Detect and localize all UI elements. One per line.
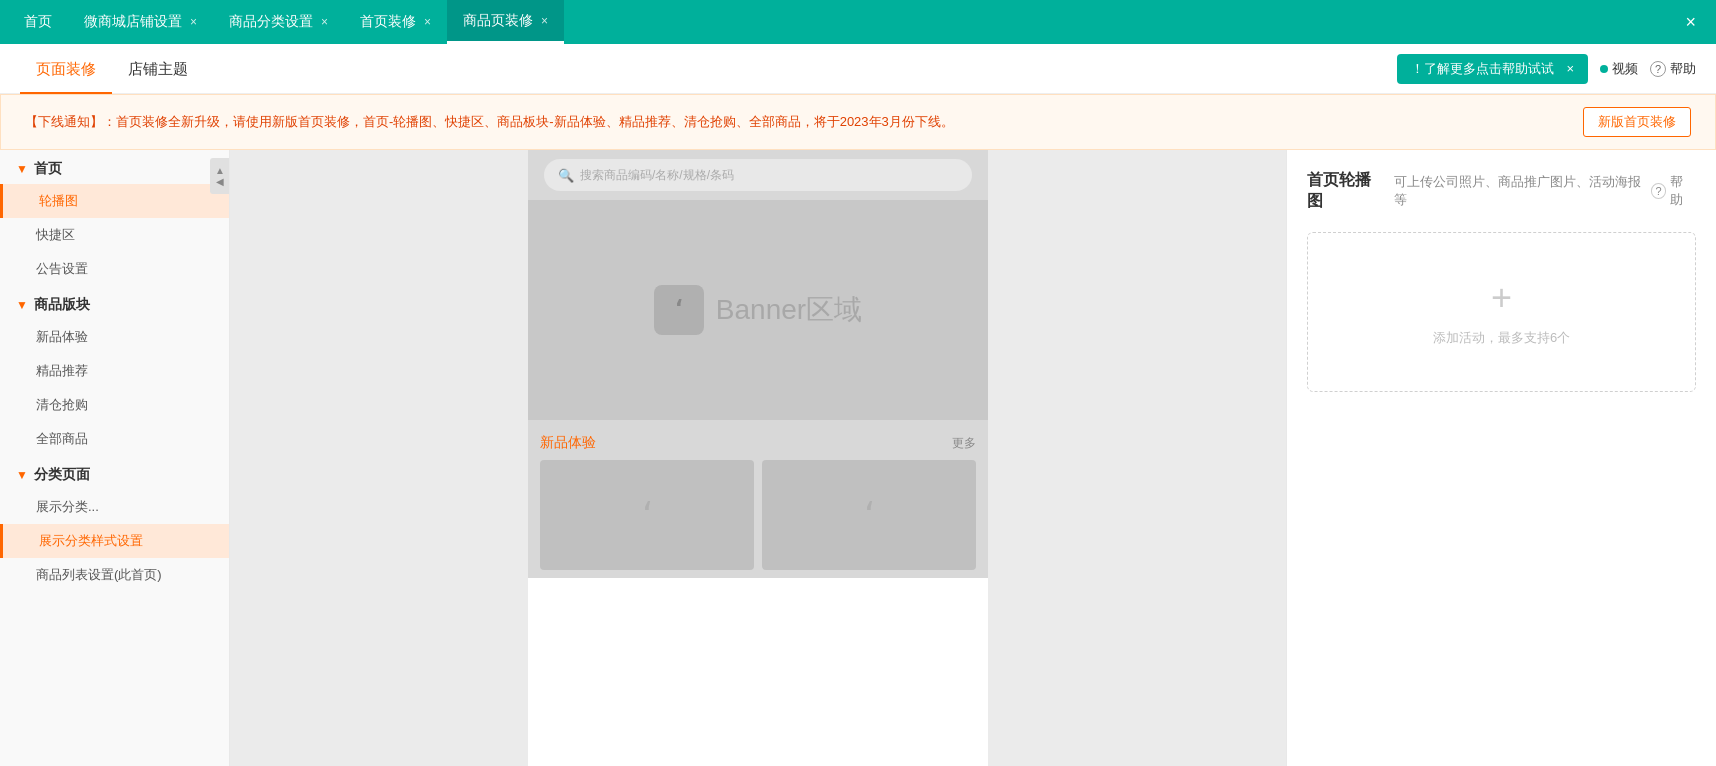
tab-category-settings[interactable]: 商品分类设置 × — [213, 0, 344, 44]
dot-icon — [1600, 65, 1608, 73]
arrow-icon-category: ▼ — [16, 468, 28, 482]
tab-store-settings[interactable]: 微商城店铺设置 × — [68, 0, 213, 44]
products-section: 新品体验 更多 ʻ ʻ — [528, 420, 988, 578]
upload-area[interactable]: + 添加活动，最多支持6个 — [1307, 232, 1696, 392]
preview-search-bar: 🔍 搜索商品编码/名称/规格/条码 — [544, 159, 972, 191]
search-icon: 🔍 — [558, 168, 574, 183]
sidebar-group-homepage[interactable]: ▼ 首页 — [0, 150, 229, 184]
sub-tab-page-decor[interactable]: 页面装修 — [20, 44, 112, 94]
new-version-button[interactable]: 新版首页装修 — [1583, 107, 1691, 137]
banner-text: Banner区域 — [716, 291, 862, 329]
product-item-2: ʻ — [762, 460, 976, 570]
right-panel: 首页轮播图 可上传公司照片、商品推广图片、活动海报等 ? 帮助 + 添加活动，最… — [1286, 150, 1716, 766]
arrow-icon-products: ▼ — [16, 298, 28, 312]
sidebar-item-new-products[interactable]: 新品体验 — [0, 320, 229, 354]
upload-hint: 添加活动，最多支持6个 — [1433, 329, 1570, 347]
main-layout: ▲ ◀ ▼ 首页 轮播图 快捷区 公告设置 ▼ 商品版块 新品体验 精品推荐 清… — [0, 150, 1716, 766]
product-icon-1: ʻ — [642, 494, 653, 536]
help-link[interactable]: ? 帮助 — [1650, 60, 1696, 78]
preview-search-area: 🔍 搜索商品编码/名称/规格/条码 — [528, 150, 988, 200]
help-banner[interactable]: ！了解更多点击帮助试试 × — [1397, 54, 1588, 84]
sidebar-item-clearance[interactable]: 清仓抢购 — [0, 388, 229, 422]
preview-banner-area: ʻ Banner区域 — [528, 200, 988, 420]
sidebar-item-category-style[interactable]: 展示分类样式设置 — [0, 524, 229, 558]
products-header: 新品体验 更多 — [540, 434, 976, 452]
tab-close-store[interactable]: × — [190, 15, 197, 29]
sidebar-group-products[interactable]: ▼ 商品版块 — [0, 286, 229, 320]
tab-close-product[interactable]: × — [541, 14, 548, 28]
right-panel-sub-title: 可上传公司照片、商品推广图片、活动海报等 — [1394, 173, 1651, 209]
notice-text: 【下线通知】：首页装修全新升级，请使用新版首页装修，首页-轮播图、快捷区、商品板… — [25, 113, 1583, 131]
products-title: 新品体验 — [540, 434, 596, 452]
banner-b-icon: ʻ — [654, 285, 704, 335]
video-link[interactable]: 视频 — [1600, 60, 1638, 78]
sidebar-item-featured[interactable]: 精品推荐 — [0, 354, 229, 388]
sub-tab-store-theme[interactable]: 店铺主题 — [112, 44, 204, 94]
sidebar-collapse-button[interactable]: ▲ ◀ — [210, 158, 230, 194]
notice-bar: 【下线通知】：首页装修全新升级，请使用新版首页装修，首页-轮播图、快捷区、商品板… — [0, 94, 1716, 150]
help-banner-close[interactable]: × — [1566, 61, 1574, 76]
banner-logo: ʻ Banner区域 — [654, 285, 862, 335]
sidebar: ▲ ◀ ▼ 首页 轮播图 快捷区 公告设置 ▼ 商品版块 新品体验 精品推荐 清… — [0, 150, 230, 766]
tab-close-homepage[interactable]: × — [424, 15, 431, 29]
product-icon-2: ʻ — [864, 494, 875, 536]
tab-close-category[interactable]: × — [321, 15, 328, 29]
sidebar-item-banner[interactable]: 轮播图 — [0, 184, 229, 218]
arrow-icon-homepage: ▼ — [16, 162, 28, 176]
preview-phone: 🔍 搜索商品编码/名称/规格/条码 ʻ Banner区域 — [528, 150, 988, 766]
tab-home[interactable]: 首页 — [8, 0, 68, 44]
window-close-button[interactable]: × — [1673, 12, 1708, 33]
sidebar-item-product-list[interactable]: 商品列表设置(此首页) — [0, 558, 229, 592]
sub-tab-right-actions: ！了解更多点击帮助试试 × 视频 ? 帮助 — [1397, 54, 1696, 84]
sidebar-item-show-category[interactable]: 展示分类... — [0, 490, 229, 524]
tab-bar: 首页 微商城店铺设置 × 商品分类设置 × 首页装修 × 商品页装修 × × — [0, 0, 1716, 44]
question-mark-icon: ? — [1651, 183, 1667, 199]
plus-icon: + — [1491, 277, 1512, 319]
product-item-1: ʻ — [540, 460, 754, 570]
tab-homepage-decor[interactable]: 首页装修 × — [344, 0, 447, 44]
center-preview: 🔍 搜索商品编码/名称/规格/条码 ʻ Banner区域 — [230, 150, 1286, 766]
tab-product-decor[interactable]: 商品页装修 × — [447, 0, 564, 44]
products-more: 更多 — [952, 435, 976, 452]
question-icon: ? — [1650, 61, 1666, 77]
sidebar-item-shortcuts[interactable]: 快捷区 — [0, 218, 229, 252]
products-grid: ʻ ʻ — [540, 460, 976, 570]
sidebar-group-category[interactable]: ▼ 分类页面 — [0, 456, 229, 490]
sidebar-item-notice[interactable]: 公告设置 — [0, 252, 229, 286]
sub-tab-bar: 页面装修 店铺主题 ！了解更多点击帮助试试 × 视频 ? 帮助 — [0, 44, 1716, 94]
right-panel-title-left: 首页轮播图 可上传公司照片、商品推广图片、活动海报等 — [1307, 170, 1651, 212]
sidebar-item-all-products[interactable]: 全部商品 — [0, 422, 229, 456]
right-panel-help-link[interactable]: ? 帮助 — [1651, 173, 1696, 209]
right-panel-main-title: 首页轮播图 — [1307, 170, 1386, 212]
right-panel-title: 首页轮播图 可上传公司照片、商品推广图片、活动海报等 ? 帮助 — [1307, 170, 1696, 212]
